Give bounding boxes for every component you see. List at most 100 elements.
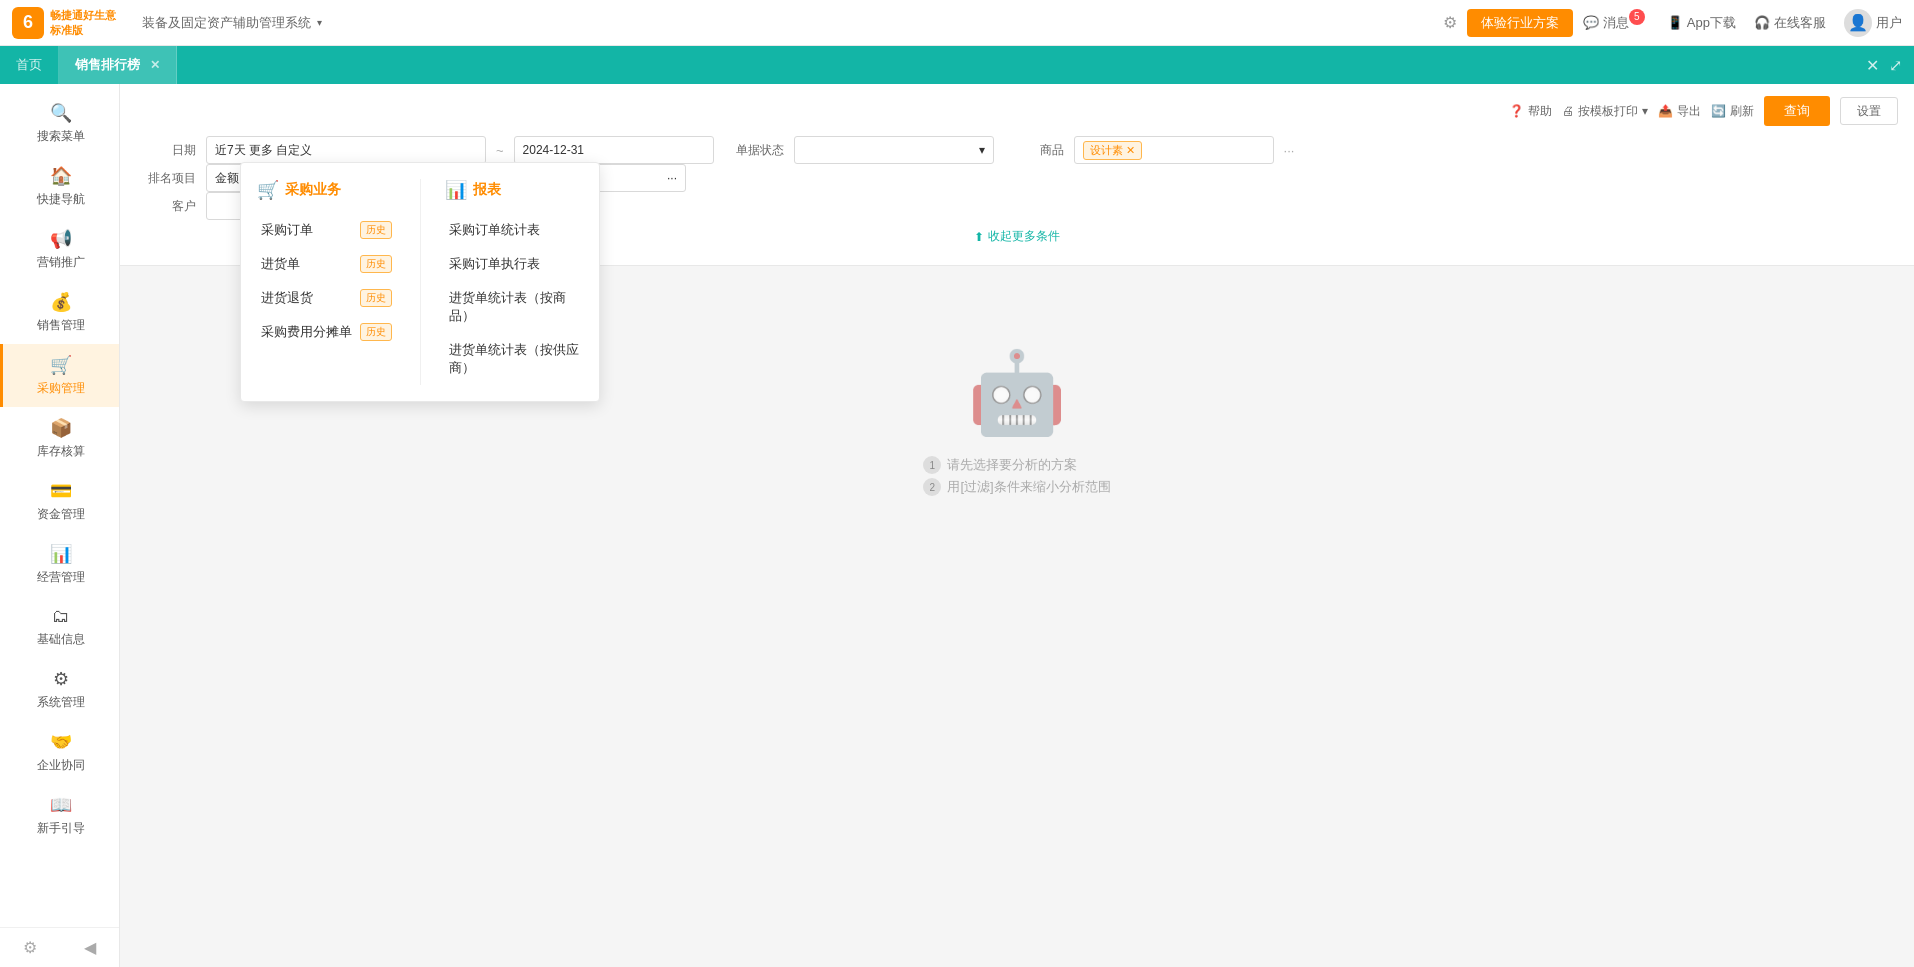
sidebar-item-marketing[interactable]: 📢 营销推广 [0, 218, 119, 281]
menu-item-order-stats[interactable]: 采购订单统计表 [445, 213, 584, 247]
home-icon: 🏠 [50, 165, 72, 187]
title-dropdown[interactable]: ▾ [317, 17, 322, 28]
tabbar: 首页 销售排行榜 ✕ ✕ ⤢ [0, 46, 1914, 84]
enterprise-icon: 🤝 [50, 731, 72, 753]
set-btn[interactable]: 设置 [1840, 97, 1898, 125]
sidebar-item-inventory[interactable]: 📦 库存核算 [0, 407, 119, 470]
menu-col-purchase-title: 🛒 采购业务 [257, 179, 396, 201]
settings-icon[interactable]: ⚙ [1443, 13, 1457, 32]
tab-home[interactable]: 首页 [0, 46, 59, 84]
tab-sales-rank-label: 销售排行榜 [75, 56, 140, 74]
rank-label: 排名项目 [136, 170, 196, 187]
sidebar-item-guide[interactable]: 📖 新手引导 [0, 784, 119, 847]
tab-sales-rank[interactable]: 销售排行榜 ✕ [59, 46, 177, 84]
refresh-icon: 🔄 [1711, 104, 1726, 118]
customer-label: 客户 [136, 198, 196, 215]
industry-btn[interactable]: 体验行业方案 [1467, 9, 1573, 37]
collapse-up-icon: ⬆ [974, 230, 984, 244]
tabbar-right: ✕ ⤢ [1866, 56, 1914, 75]
system-icon: ⚙ [53, 668, 69, 690]
empty-robot-icon: 🤖 [967, 346, 1067, 440]
voucher-status-select[interactable]: ▾ [794, 136, 994, 164]
goods-more-icon[interactable]: ··· [1284, 143, 1295, 158]
menu-item-incoming[interactable]: 进货单 历史 [257, 247, 396, 281]
system-title: 装备及固定资产辅助管理系统 ▾ [142, 14, 1433, 32]
filter-toolbar: ❓ 帮助 🖨 按模板打印 ▾ 📤 导出 🔄 刷新 查询 设置 [136, 96, 1898, 126]
query-btn[interactable]: 查询 [1764, 96, 1830, 126]
purchase-dropdown-menu: 🛒 采购业务 采购订单 历史 进货单 历史 进货退货 历史 采购费用分摊单 [240, 162, 600, 402]
headset-icon: 🎧 [1754, 15, 1770, 30]
sidebar-item-search[interactable]: 🔍 搜索菜单 [0, 92, 119, 155]
print-btn[interactable]: 🖨 按模板打印 ▾ [1562, 103, 1648, 120]
sidebar-item-system[interactable]: ⚙ 系统管理 [0, 658, 119, 721]
search-icon: 🔍 [50, 102, 72, 124]
logo-icon: 6 [12, 7, 44, 39]
phone-icon: 📱 [1667, 15, 1683, 30]
menu-item-incoming-by-supplier[interactable]: 进货单统计表（按供应商） [445, 333, 584, 385]
menu-col-reports: 📊 报表 采购订单统计表 采购订单执行表 进货单统计表（按商品） 进货单统计表（… [445, 179, 584, 385]
marketing-icon: 📢 [50, 228, 72, 250]
print-icon: 🖨 [1562, 104, 1574, 118]
sidebar-item-operation[interactable]: 📊 经营管理 [0, 533, 119, 596]
operation-icon: 📊 [50, 543, 72, 565]
history-tag-1: 历史 [360, 255, 392, 273]
guide-icon: 📖 [50, 794, 72, 816]
app-download-btn[interactable]: 📱 App下载 [1667, 14, 1736, 32]
empty-text: 1 请先选择要分析的方案 2 用[过滤]条件来缩小分析范围 [923, 452, 1110, 500]
logo-line2: 标准版 [50, 23, 116, 37]
sidebar-bottom: ⚙ ◀ [0, 927, 119, 967]
menu-item-return[interactable]: 进货退货 历史 [257, 281, 396, 315]
message-btn[interactable]: 💬 消息 5 [1583, 14, 1649, 32]
date-to-separator: ~ [496, 143, 504, 158]
salesman-dots: ··· [667, 171, 677, 185]
tab-home-label: 首页 [16, 56, 42, 74]
sales-icon: 💰 [50, 291, 72, 313]
tab-close-all-icon[interactable]: ✕ [1866, 56, 1879, 75]
message-icon: 💬 [1583, 15, 1599, 30]
base-icon: 🗂 [52, 606, 70, 627]
topbar: 6 畅捷通好生意 标准版 装备及固定资产辅助管理系统 ▾ ⚙ 体验行业方案 💬 … [0, 0, 1914, 46]
refresh-btn[interactable]: 🔄 刷新 [1711, 103, 1754, 120]
topbar-right: 💬 消息 5 📱 App下载 🎧 在线客服 👤 用户 [1583, 9, 1902, 37]
history-tag-2: 历史 [360, 289, 392, 307]
date-end-input[interactable]: 2024-12-31 [514, 136, 714, 164]
history-tag-3: 历史 [360, 323, 392, 341]
goods-input[interactable]: 设计素 ✕ [1074, 136, 1274, 164]
menu-col-reports-title: 📊 报表 [445, 179, 584, 201]
avatar: 👤 [1844, 9, 1872, 37]
sidebar-item-base[interactable]: 🗂 基础信息 [0, 596, 119, 658]
tab-close-icon[interactable]: ✕ [150, 58, 160, 72]
sidebar-item-purchase[interactable]: 🛒 采购管理 [0, 344, 119, 407]
sidebar-item-quick-nav[interactable]: 🏠 快捷导航 [0, 155, 119, 218]
message-badge: 5 [1629, 9, 1645, 25]
sidebar-item-capital[interactable]: 💳 资金管理 [0, 470, 119, 533]
date-label: 日期 [136, 142, 196, 159]
export-icon: 📤 [1658, 104, 1673, 118]
sidebar-settings-icon[interactable]: ⚙ [23, 938, 37, 957]
capital-icon: 💳 [50, 480, 72, 502]
voucher-status-label: 单据状态 [724, 142, 784, 159]
help-btn[interactable]: ❓ 帮助 [1509, 103, 1552, 120]
sidebar-item-sales[interactable]: 💰 销售管理 [0, 281, 119, 344]
user-btn[interactable]: 👤 用户 [1844, 9, 1902, 37]
menu-item-purchase-order[interactable]: 采购订单 历史 [257, 213, 396, 247]
sidebar-item-enterprise[interactable]: 🤝 企业协同 [0, 721, 119, 784]
history-tag-0: 历史 [360, 221, 392, 239]
purchase-col-icon: 🛒 [257, 179, 279, 201]
filter-row-1: 日期 近7天 更多 自定义 ~ 2024-12-31 单据状态 ▾ 商品 设计素 [136, 136, 1898, 164]
logo: 6 畅捷通好生意 标准版 [12, 7, 132, 39]
export-btn[interactable]: 📤 导出 [1658, 103, 1701, 120]
menu-item-incoming-by-goods[interactable]: 进货单统计表（按商品） [445, 281, 584, 333]
help-icon: ❓ [1509, 104, 1524, 118]
menu-item-expense[interactable]: 采购费用分摊单 历史 [257, 315, 396, 349]
select-arrow-icon: ▾ [979, 143, 985, 157]
print-dropdown-icon[interactable]: ▾ [1642, 104, 1648, 118]
menu-item-order-exec[interactable]: 采购订单执行表 [445, 247, 584, 281]
goods-tag-close[interactable]: ✕ [1126, 144, 1135, 157]
sidebar-collapse-icon[interactable]: ◀ [84, 938, 96, 957]
date-input[interactable]: 近7天 更多 自定义 [206, 136, 486, 164]
logo-line1: 畅捷通好生意 [50, 8, 116, 22]
menu-col-purchase: 🛒 采购业务 采购订单 历史 进货单 历史 进货退货 历史 采购费用分摊单 [257, 179, 396, 385]
tab-expand-icon[interactable]: ⤢ [1889, 56, 1902, 75]
online-service-btn[interactable]: 🎧 在线客服 [1754, 14, 1826, 32]
